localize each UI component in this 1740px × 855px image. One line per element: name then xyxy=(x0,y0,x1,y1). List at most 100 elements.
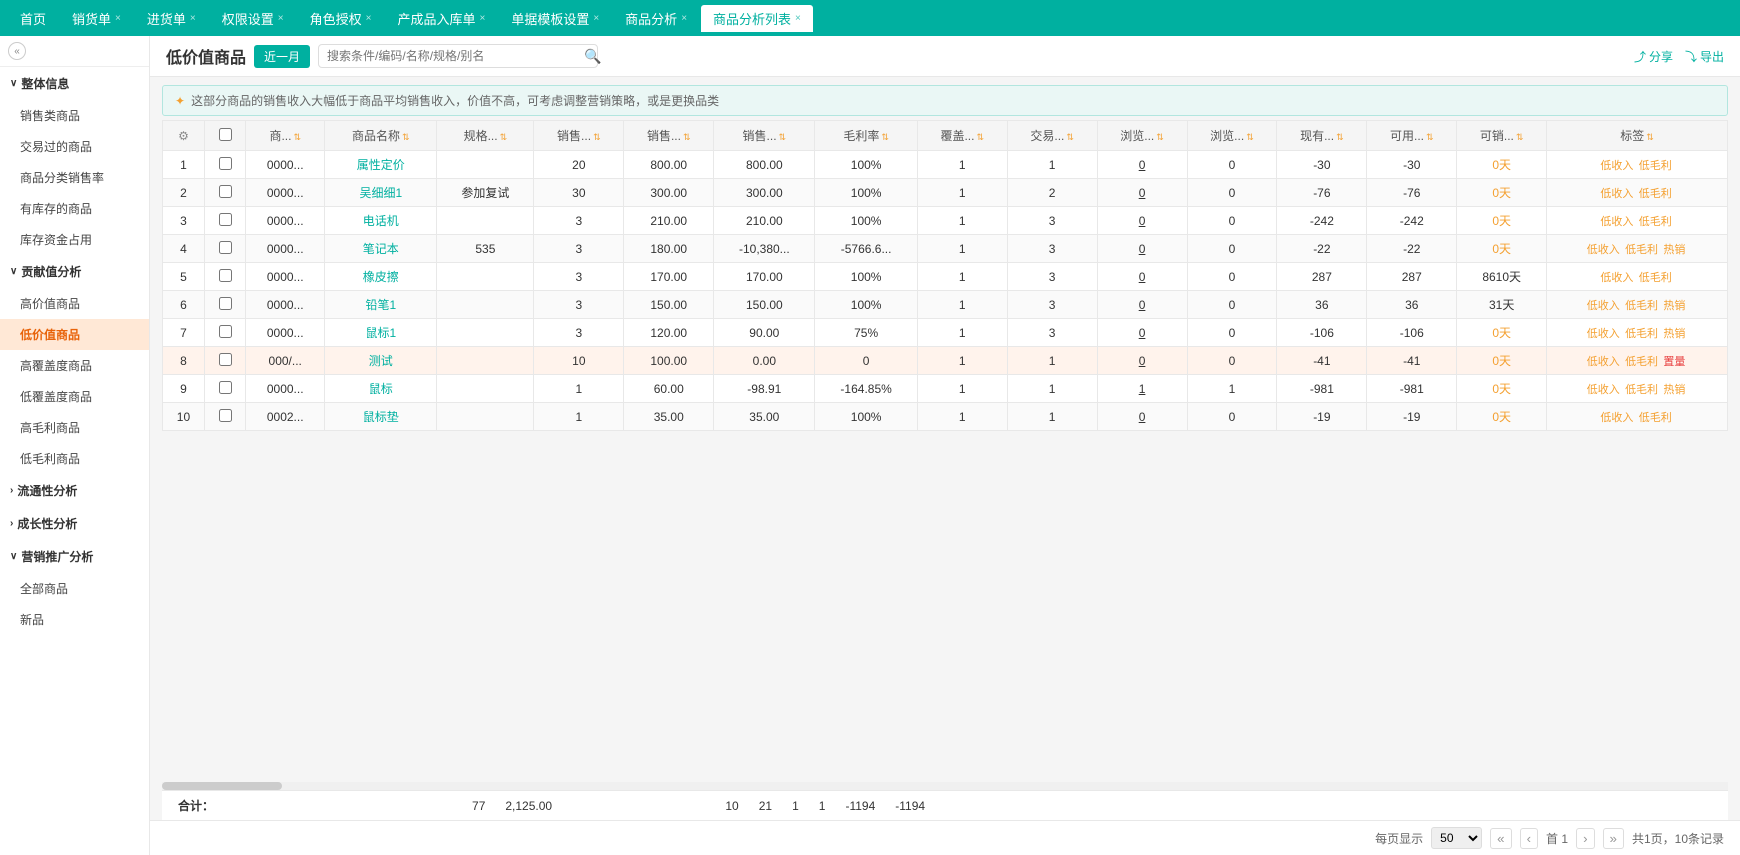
search-input[interactable] xyxy=(318,44,598,68)
cell-browse1[interactable]: 1 xyxy=(1097,375,1187,403)
col-transaction[interactable]: 交易...⇅ xyxy=(1007,121,1097,151)
nav-permission-close-icon[interactable]: × xyxy=(278,13,284,24)
sort-browse1-icon[interactable]: ⇅ xyxy=(1156,132,1164,142)
sidebar-item-stock-goods[interactable]: 有库存的商品 xyxy=(0,193,149,224)
nav-role-close-icon[interactable]: × xyxy=(366,13,372,24)
sort-browse2-icon[interactable]: ⇅ xyxy=(1246,132,1254,142)
nav-template-setting[interactable]: 单据模板设置 × xyxy=(499,5,611,32)
row-checkbox[interactable] xyxy=(219,325,232,338)
sidebar-item-sales-goods[interactable]: 销售类商品 xyxy=(0,100,149,131)
nav-sales-order[interactable]: 销货单 × xyxy=(60,5,133,32)
cell-browse1[interactable]: 0 xyxy=(1097,347,1187,375)
col-margin[interactable]: 毛利率⇅ xyxy=(815,121,917,151)
sort-tags-icon[interactable]: ⇅ xyxy=(1646,132,1654,142)
sidebar-item-stock-funds[interactable]: 库存资金占用 xyxy=(0,224,149,255)
col-current[interactable]: 现有...⇅ xyxy=(1277,121,1367,151)
col-sales3[interactable]: 销售...⇅ xyxy=(714,121,815,151)
cell-checkbox[interactable] xyxy=(204,403,245,431)
sidebar-item-high-coverage[interactable]: 高覆盖度商品 xyxy=(0,350,149,381)
col-spec[interactable]: 规格...⇅ xyxy=(437,121,534,151)
cell-name[interactable]: 鼠标1 xyxy=(325,319,437,347)
col-tags[interactable]: 标签⇅ xyxy=(1547,121,1728,151)
sidebar-item-low-value[interactable]: 低价值商品 xyxy=(0,319,149,350)
sidebar-item-all-goods[interactable]: 全部商品 xyxy=(0,573,149,604)
cell-name[interactable]: 鼠标垫 xyxy=(325,403,437,431)
col-available[interactable]: 可用...⇅ xyxy=(1367,121,1457,151)
cell-name[interactable]: 鼠标 xyxy=(325,375,437,403)
nav-home[interactable]: 首页 xyxy=(8,5,58,32)
first-page-btn[interactable]: « xyxy=(1490,828,1511,849)
col-saleable[interactable]: 可销...⇅ xyxy=(1457,121,1547,151)
sort-name-icon[interactable]: ⇅ xyxy=(402,132,410,142)
sort-saleable-icon[interactable]: ⇅ xyxy=(1516,132,1524,142)
cell-browse1[interactable]: 0 xyxy=(1097,151,1187,179)
row-checkbox[interactable] xyxy=(219,409,232,422)
sidebar-group-growth[interactable]: › 成长性分析 xyxy=(0,507,149,540)
col-name[interactable]: 商品名称⇅ xyxy=(325,121,437,151)
row-checkbox[interactable] xyxy=(219,185,232,198)
sidebar-group-contribution[interactable]: ∨ 贡献值分析 xyxy=(0,255,149,288)
cell-browse1[interactable]: 0 xyxy=(1097,403,1187,431)
sidebar-item-high-margin[interactable]: 高毛利商品 xyxy=(0,412,149,443)
cell-name[interactable]: 电话机 xyxy=(325,207,437,235)
row-checkbox[interactable] xyxy=(219,297,232,310)
nav-product-analysis-list[interactable]: 商品分析列表 × xyxy=(701,5,813,32)
cell-checkbox[interactable] xyxy=(204,179,245,207)
sidebar-item-category-sales-rate[interactable]: 商品分类销售率 xyxy=(0,162,149,193)
cell-browse1[interactable]: 0 xyxy=(1097,207,1187,235)
row-checkbox[interactable] xyxy=(219,241,232,254)
cell-name[interactable]: 铅笔1 xyxy=(325,291,437,319)
cell-checkbox[interactable] xyxy=(204,375,245,403)
row-checkbox[interactable] xyxy=(219,269,232,282)
sort-code-icon[interactable]: ⇅ xyxy=(293,132,301,142)
sidebar-item-traded-goods[interactable]: 交易过的商品 xyxy=(0,131,149,162)
nav-product-analysis[interactable]: 商品分析 × xyxy=(613,5,699,32)
sidebar-collapse-btn[interactable]: « xyxy=(8,42,26,60)
scroll-thumb[interactable] xyxy=(162,782,282,790)
cell-browse1[interactable]: 0 xyxy=(1097,319,1187,347)
col-checkbox[interactable] xyxy=(204,121,245,151)
cell-name[interactable]: 橡皮擦 xyxy=(325,263,437,291)
sort-sales1-icon[interactable]: ⇅ xyxy=(593,132,601,142)
cell-checkbox[interactable] xyxy=(204,207,245,235)
nav-role-auth[interactable]: 角色授权 × xyxy=(298,5,384,32)
row-checkbox[interactable] xyxy=(219,381,232,394)
sidebar-group-overall[interactable]: ∨ 整体信息 xyxy=(0,67,149,100)
cell-browse1[interactable]: 0 xyxy=(1097,179,1187,207)
cell-checkbox[interactable] xyxy=(204,263,245,291)
nav-permission[interactable]: 权限设置 × xyxy=(210,5,296,32)
col-browse2[interactable]: 浏览...⇅ xyxy=(1187,121,1277,151)
nav-product-inbound[interactable]: 产成品入库单 × xyxy=(385,5,497,32)
sort-spec-icon[interactable]: ⇅ xyxy=(500,132,508,142)
nav-purchase-order[interactable]: 进货单 × xyxy=(135,5,208,32)
cell-browse1[interactable]: 0 xyxy=(1097,291,1187,319)
cell-checkbox[interactable] xyxy=(204,291,245,319)
sort-transaction-icon[interactable]: ⇅ xyxy=(1066,132,1074,142)
sort-margin-icon[interactable]: ⇅ xyxy=(881,132,889,142)
col-browse1[interactable]: 浏览...⇅ xyxy=(1097,121,1187,151)
sidebar-item-low-coverage[interactable]: 低覆盖度商品 xyxy=(0,381,149,412)
share-button[interactable]: ⤴ 分享 xyxy=(1634,48,1673,65)
cell-browse1[interactable]: 0 xyxy=(1097,235,1187,263)
cell-checkbox[interactable] xyxy=(204,319,245,347)
nav-analysis-list-close-icon[interactable]: × xyxy=(795,13,801,24)
nav-sales-close-icon[interactable]: × xyxy=(115,13,121,24)
col-sales1[interactable]: 销售...⇅ xyxy=(534,121,624,151)
next-page-btn[interactable]: › xyxy=(1576,828,1594,849)
sidebar-item-low-margin[interactable]: 低毛利商品 xyxy=(0,443,149,474)
sidebar-group-liquidity[interactable]: › 流通性分析 xyxy=(0,474,149,507)
col-sales2[interactable]: 销售...⇅ xyxy=(624,121,714,151)
sort-sales3-icon[interactable]: ⇅ xyxy=(779,132,787,142)
cell-name[interactable]: 笔记本 xyxy=(325,235,437,263)
export-button[interactable]: ⤵ 导出 xyxy=(1685,48,1724,65)
last-page-btn[interactable]: » xyxy=(1603,828,1624,849)
cell-name[interactable]: 属性定价 xyxy=(325,151,437,179)
nav-purchase-close-icon[interactable]: × xyxy=(190,13,196,24)
row-checkbox[interactable] xyxy=(219,157,232,170)
prev-page-btn[interactable]: ‹ xyxy=(1520,828,1538,849)
nav-analysis-close-icon[interactable]: × xyxy=(681,13,687,24)
cell-checkbox[interactable] xyxy=(204,347,245,375)
sort-current-icon[interactable]: ⇅ xyxy=(1336,132,1344,142)
col-coverage[interactable]: 覆盖...⇅ xyxy=(917,121,1007,151)
sort-coverage-icon[interactable]: ⇅ xyxy=(976,132,984,142)
